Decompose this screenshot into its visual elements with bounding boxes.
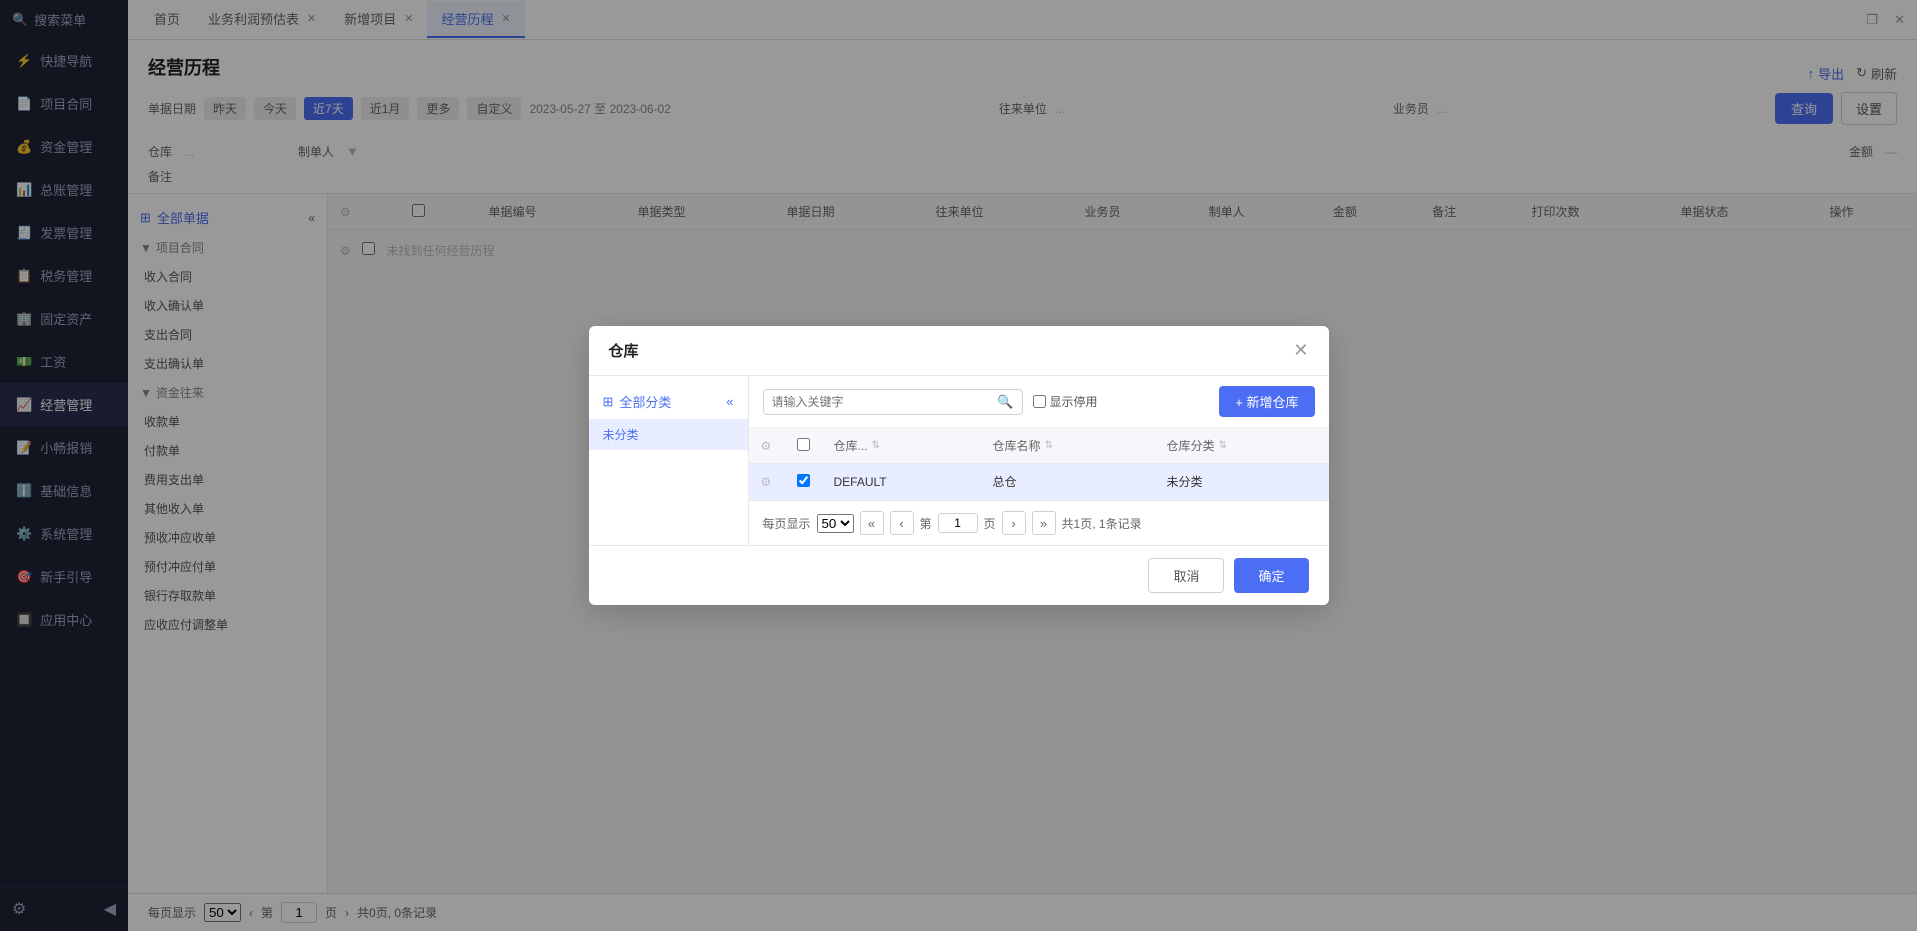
modal-last-page-btn[interactable]: » (1032, 511, 1056, 535)
modal-search-box: 🔍 (763, 389, 1023, 415)
sort-icon-cat[interactable]: ⇅ (1219, 440, 1227, 451)
modal-toolbar: 🔍 显示停用 + 新增仓库 (749, 376, 1329, 428)
modal-overlay: 仓库 ✕ ⊞ 全部分类 « 未分类 (0, 0, 1917, 931)
modal-tree-icon: ⊞ (603, 394, 614, 410)
warehouse-table: ⚙ 仓库... ⇅ (749, 428, 1329, 500)
modal-tree-all[interactable]: ⊞ 全部分类 « (589, 384, 748, 419)
sort-icon-code[interactable]: ⇅ (872, 440, 880, 451)
modal-prev-page-btn[interactable]: ‹ (890, 511, 914, 535)
modal-title: 仓库 (609, 340, 639, 361)
modal-pagination: 每页显示 50 « ‹ 第 页 › » 共1页, 1条记录 (749, 500, 1329, 545)
warehouse-table-row: ⚙ DEFAULT 总仓 未分类 (749, 464, 1329, 500)
sort-icon-name[interactable]: ⇅ (1045, 440, 1053, 451)
modal-search-input[interactable] (772, 395, 994, 409)
modal-per-page-label: 每页显示 (763, 515, 811, 532)
modal-total-info: 共1页, 1条记录 (1062, 515, 1142, 532)
th-warehouse-name: 仓库名称 ⇅ (980, 428, 1154, 464)
modal-tree-all-label: 全部分类 (619, 392, 671, 411)
modal-page-label: 第 (920, 515, 932, 532)
modal-table-container: ⚙ 仓库... ⇅ (749, 428, 1329, 500)
modal-next-page-btn[interactable]: › (1002, 511, 1026, 535)
row-gear-cell: ⚙ (749, 464, 785, 500)
modal-header: 仓库 ✕ (589, 326, 1329, 376)
show-disabled-checkbox[interactable] (1033, 395, 1046, 408)
row-checkbox-cell (785, 464, 822, 500)
modal-per-page-select[interactable]: 50 (817, 514, 854, 533)
row-category-cell: 未分类 (1154, 464, 1328, 500)
show-disabled-checkbox-label[interactable]: 显示停用 (1033, 393, 1098, 410)
warehouse-modal: 仓库 ✕ ⊞ 全部分类 « 未分类 (589, 326, 1329, 605)
modal-cancel-button[interactable]: 取消 (1148, 558, 1224, 593)
th-warehouse-category: 仓库分类 ⇅ (1154, 428, 1328, 464)
row-name-cell: 总仓 (980, 464, 1154, 500)
modal-search-icon: 🔍 (997, 394, 1013, 410)
th-warehouse-code: 仓库... ⇅ (822, 428, 981, 464)
modal-page-input[interactable] (938, 513, 978, 533)
modal-left-tree: ⊞ 全部分类 « 未分类 (589, 376, 749, 545)
modal-close-btn[interactable]: ✕ (1293, 340, 1308, 361)
modal-confirm-button[interactable]: 确定 (1234, 558, 1308, 593)
row-code-cell: DEFAULT (822, 464, 981, 500)
modal-gear-icon[interactable]: ⚙ (761, 439, 772, 453)
row-gear-icon[interactable]: ⚙ (761, 475, 772, 489)
modal-tree-collapse-btn[interactable]: « (726, 394, 733, 409)
modal-right-content: 🔍 显示停用 + 新增仓库 ⚙ (749, 376, 1329, 545)
th-modal-gear: ⚙ (749, 428, 785, 464)
modal-page-end-label: 页 (984, 515, 996, 532)
modal-body: ⊞ 全部分类 « 未分类 🔍 显示停用 (589, 376, 1329, 545)
modal-tree-uncategorized[interactable]: 未分类 (589, 419, 748, 450)
warehouse-table-header: ⚙ 仓库... ⇅ (749, 428, 1329, 464)
add-warehouse-button[interactable]: + 新增仓库 (1219, 386, 1314, 417)
th-modal-checkbox (785, 428, 822, 464)
modal-actions: 取消 确定 (589, 545, 1329, 605)
modal-select-all[interactable] (797, 438, 810, 451)
row-select-checkbox[interactable] (797, 474, 810, 487)
modal-first-page-btn[interactable]: « (860, 511, 884, 535)
